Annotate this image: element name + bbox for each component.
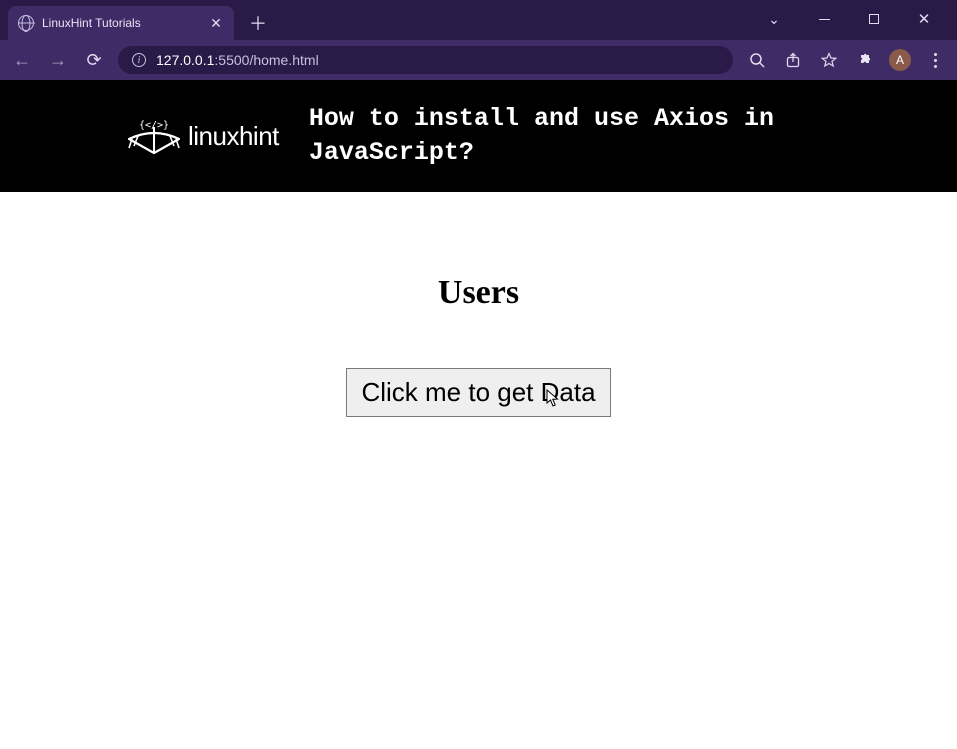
zoom-button[interactable] <box>745 48 769 72</box>
address-bar[interactable]: i 127.0.0.1:5500/home.html <box>118 46 733 74</box>
close-window-button[interactable]: ✕ <box>907 5 941 33</box>
globe-icon <box>18 15 34 31</box>
avatar-letter: A <box>896 53 904 67</box>
back-button[interactable]: ← <box>10 48 34 72</box>
reload-icon: ⟳ <box>86 51 101 69</box>
arrow-left-icon: ← <box>13 51 31 69</box>
browser-toolbar: ← → ⟳ i 127.0.0.1:5500/home.html A <box>0 40 957 80</box>
share-icon <box>785 52 801 68</box>
tab-close-button[interactable]: ✕ <box>208 15 224 31</box>
url-port: :5500 <box>214 52 249 68</box>
star-icon <box>821 52 837 68</box>
magnifier-icon <box>749 52 765 68</box>
get-data-button[interactable]: Click me to get Data <box>346 368 610 417</box>
forward-button[interactable]: → <box>46 48 70 72</box>
page-heading: Users <box>0 274 957 312</box>
browser-tab[interactable]: LinuxHint Tutorials ✕ <box>8 6 234 40</box>
minimize-button[interactable] <box>807 5 841 33</box>
site-logo[interactable]: {</>} linuxhint <box>128 113 279 159</box>
arrow-right-icon: → <box>49 51 67 69</box>
bookmark-button[interactable] <box>817 48 841 72</box>
url-text: 127.0.0.1:5500/home.html <box>156 52 319 68</box>
logo-text: linuxhint <box>188 121 279 152</box>
close-icon: ✕ <box>918 10 931 28</box>
logo-mark-icon: {</>} <box>128 113 180 159</box>
window-controls: ⌄ ✕ <box>757 0 957 38</box>
window-titlebar: LinuxHint Tutorials ✕ ＋ ⌄ ✕ <box>0 0 957 40</box>
new-tab-button[interactable]: ＋ <box>244 9 272 37</box>
extensions-button[interactable] <box>853 48 877 72</box>
site-banner: {</>} linuxhint How to install and use A… <box>0 80 957 192</box>
page-content: Users Click me to get Data <box>0 192 957 417</box>
url-path: /home.html <box>249 52 318 68</box>
article-title: How to install and use Axios in JavaScri… <box>309 102 779 170</box>
minimize-icon <box>819 19 830 20</box>
chevron-down-icon: ⌄ <box>768 11 780 28</box>
profile-avatar[interactable]: A <box>889 49 911 71</box>
tab-title: LinuxHint Tutorials <box>42 16 200 30</box>
reload-button[interactable]: ⟳ <box>82 48 106 72</box>
more-menu-button[interactable] <box>923 48 947 72</box>
puzzle-icon <box>857 52 873 68</box>
site-info-icon[interactable]: i <box>132 53 146 67</box>
url-host: 127.0.0.1 <box>156 52 214 68</box>
plus-icon: ＋ <box>249 10 267 36</box>
maximize-button[interactable] <box>857 5 891 33</box>
share-button[interactable] <box>781 48 805 72</box>
close-icon: ✕ <box>210 16 222 30</box>
tab-search-button[interactable]: ⌄ <box>757 5 791 33</box>
kebab-icon <box>934 53 937 68</box>
svg-text:{</>}: {</>} <box>139 120 169 131</box>
maximize-icon <box>869 14 879 24</box>
